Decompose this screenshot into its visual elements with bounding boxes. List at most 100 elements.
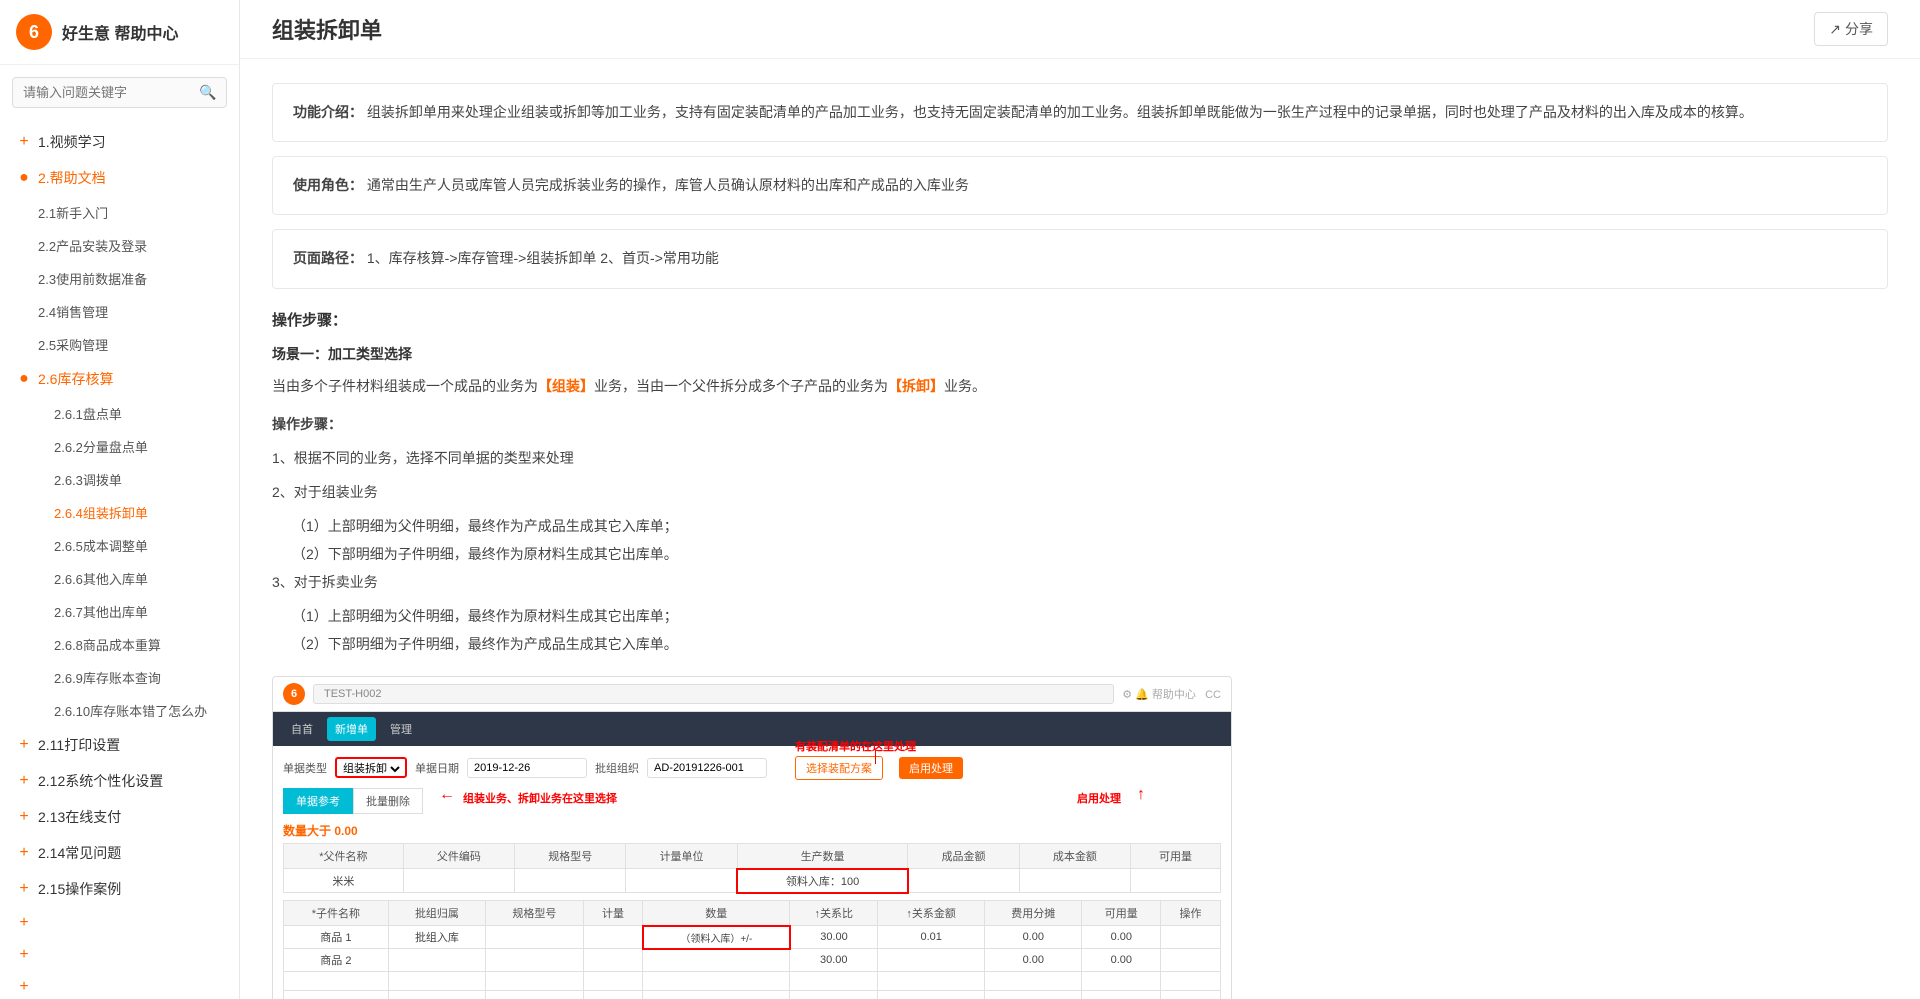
sc-td-avail [1131,869,1221,893]
sc-th-spec: 规格型号 [515,843,626,869]
sc-warehouse-input[interactable] [647,758,767,778]
top-bar: 组装拆卸单 ↗ 分享 [240,0,1920,59]
sc-th-unit: 计量单位 [626,843,737,869]
search-box[interactable]: 🔍 [12,77,227,108]
sc-type-highlight: 组装拆卸 [335,757,407,778]
ops-label: 操作步骤： [272,309,1888,330]
sidebar-item-2.10[interactable]: + 2.14常见问题 [0,835,239,871]
sidebar-item-newbie[interactable]: 2.1新手入门 [0,196,239,229]
expand-icon-2.11: + [16,881,32,897]
sc-th-parent-code: 父件编码 [403,843,514,869]
sc-type-label: 单据类型 [283,760,327,776]
role-block: 使用角色： 通常由生产人员或库管人员完成拆装业务的操作，库管人员确认原材料的出库… [272,156,1888,215]
sidebar-item-2.12[interactable]: + [0,907,239,939]
sc-content-area: 单据类型 组装拆卸 单据日期 批组组织 有装配清单的在这里处理 [273,746,1231,999]
annotation-assembly: 组装业务、拆卸业务在这里选择 [463,790,617,806]
nav-tree: + 1.视频学习 ● 2.帮助文档 2.1新手入门 2.2产品安装及登录 2.3… [0,120,239,999]
table-row: 商品 2 30.00 0.00 0.00 [284,949,1221,972]
arrow-up-usable: ↑ [1137,786,1145,804]
step2: 2、对于组装业务 [272,478,1888,506]
sidebar-item-2.6.8[interactable]: 2.6.8商品成本重算 [0,628,239,661]
expand-icon-2.10: + [16,845,32,861]
sc-nav-new[interactable]: 新增单 [327,717,376,741]
page-title: 组装拆卸单 [272,13,382,45]
sidebar-item-2.11[interactable]: + 2.15操作案例 [0,871,239,907]
sc-th-fee: 费用分摊 [985,900,1082,926]
sidebar-item-help[interactable]: ● 2.帮助文档 [0,160,239,196]
sc-find-btn[interactable]: 选择装配方案 [795,756,883,780]
sidebar-item-2.6.1[interactable]: 2.6.1盘点单 [0,397,239,430]
sc-td-code [403,869,514,893]
step3-sub2: （2）下部明细为子件明细，最终作为产成品生成其它入库单。 [272,630,1888,658]
sidebar-item-inventory[interactable]: ● 2.6库存核算 [0,361,239,397]
sc-td-cost-amt [1019,869,1130,893]
main-content: 组装拆卸单 ↗ 分享 功能介绍： 组装拆卸单用来处理企业组装或拆卸等加工业务，支… [240,0,1920,999]
sc-form-row1: 单据类型 组装拆卸 单据日期 批组组织 有装配清单的在这里处理 [283,756,1221,780]
sidebar-item-2.9[interactable]: + 2.13在线支付 [0,799,239,835]
sc-td-product-amt [908,869,1019,893]
sc-th-ops: 操作 [1161,900,1221,926]
sidebar-item-2.7[interactable]: + 2.11打印设置 [0,727,239,763]
sc-td-batch1: 批组入库 [388,926,485,949]
step1: 1、根据不同的业务，选择不同单据的类型来处理 [272,444,1888,472]
sc-nav-bar: 自首 新增单 管理 [273,712,1231,746]
app-title: 好生意 帮助中心 [62,20,178,44]
arrow-line-processing [875,750,876,764]
sc-upper-label: 数量大于 0.00 [283,822,1221,839]
sidebar-item-data-prep[interactable]: 2.3使用前数据准备 [0,262,239,295]
app-logo: 6 [16,14,52,50]
sidebar-item-2.6.5[interactable]: 2.6.5成本调整单 [0,529,239,562]
sc-tab-ref[interactable]: 单据参考 [283,788,353,814]
content-body: 功能介绍： 组装拆卸单用来处理企业组装或拆卸等加工业务，支持有固定装配清单的产品… [240,59,1920,999]
sc-th-qty2: 数量 [643,900,790,926]
table-row: 商品 1 批组入库 （领料入库）+/- 30.00 0.01 0.00 0.00 [284,926,1221,949]
sidebar-item-2.6.4[interactable]: 2.6.4组装拆卸单 [0,496,239,529]
sc-tab-delete[interactable]: 批量删除 [353,788,423,814]
sidebar-item-2.13[interactable]: + [0,939,239,971]
scene1-desc: 当由多个子件材料组装成一个成品的业务为【组装】业务，当由一个父件拆分成多个子产品… [272,372,1888,400]
path-label: 页面路径： [293,250,363,266]
table-row [284,991,1221,999]
sc-addr-bar: TEST-H002 [313,684,1114,704]
sidebar-item-sales[interactable]: 2.4销售管理 [0,295,239,328]
sidebar-item-2.6.9[interactable]: 2.6.9库存账本查询 [0,661,239,694]
sc-td-qty: 领料入库：100 [737,869,908,893]
share-button[interactable]: ↗ 分享 [1814,12,1888,46]
sc-type-select[interactable]: 组装拆卸 [339,762,403,776]
sc-apply-btn[interactable]: 启用处理 [899,757,963,779]
sc-th-parent-name: *父件名称 [284,843,404,869]
expand-icon-2: ● [16,170,32,186]
expand-icon-1: + [16,134,32,150]
sidebar-header: 6 好生意 帮助中心 [0,0,239,65]
sc-lower-table: *子件名称 批组归属 规格型号 计量 数量 ↑关系比 ↑关系金额 费用分摊 可用… [283,900,1221,999]
sidebar-item-2.14[interactable]: + [0,971,239,999]
sc-tabs-area: 单据参考 批量删除 组装业务、拆卸业务在这里选择 ← 启用处理 ↑ [283,788,1221,814]
search-input[interactable] [23,85,199,100]
sc-nav-manage[interactable]: 管理 [382,717,420,741]
sc-date-label: 单据日期 [415,760,459,776]
expand-icon-2.6: ● [16,371,32,387]
sidebar-item-2.8[interactable]: + 2.12系统个性化设置 [0,763,239,799]
sc-date-input[interactable] [467,758,587,778]
table-row [284,972,1221,991]
step3: 3、对于拆卖业务 [272,568,1888,596]
sidebar-item-label: 2.14常见问题 [38,843,121,863]
sidebar-item-2.6.3[interactable]: 2.6.3调拨单 [0,463,239,496]
sc-th-unit2: 计量 [583,900,643,926]
share-icon: ↗ [1829,21,1841,38]
sidebar-item-purchase[interactable]: 2.5采购管理 [0,328,239,361]
search-icon[interactable]: 🔍 [199,84,216,101]
sidebar-item-video[interactable]: + 1.视频学习 [0,124,239,160]
feature-intro-label: 功能介绍： [293,104,363,120]
path-text: 1、库存核算->库存管理->组装拆卸单 2、首页->常用功能 [367,250,719,266]
sc-app-logo: 6 [283,683,305,705]
sidebar-item-2.6.10[interactable]: 2.6.10库存账本错了怎么办 [0,694,239,727]
annotation-processing: 有装配清单的在这里处理 [795,738,916,754]
sidebar-item-2.6.7[interactable]: 2.6.7其他出库单 [0,595,239,628]
sc-nav-home: 自首 [283,717,321,741]
sc-td-unit [626,869,737,893]
sidebar-item-2.6.6[interactable]: 2.6.6其他入库单 [0,562,239,595]
sc-lower-area: 无固定流行码值请在这里录入 ↑ *子件名称 批组归属 规格型号 计量 数量 [283,900,1221,999]
sidebar-item-install[interactable]: 2.2产品安装及登录 [0,229,239,262]
sidebar-item-2.6.2[interactable]: 2.6.2分量盘点单 [0,430,239,463]
